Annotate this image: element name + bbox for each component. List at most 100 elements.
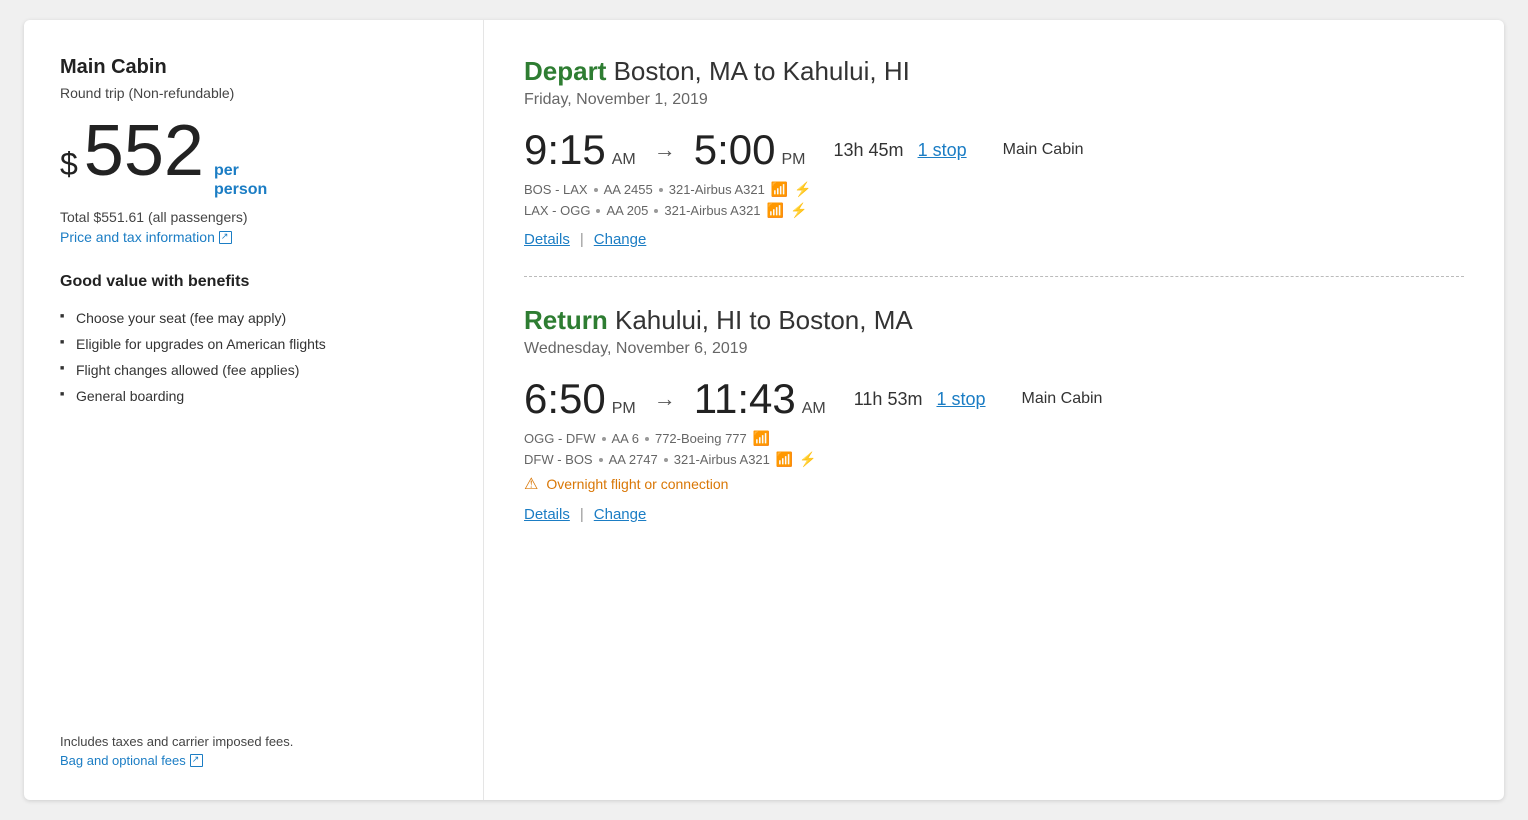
overnight-warning-row: ⚠ Overnight flight or connection xyxy=(524,474,1464,494)
return-stop-link[interactable]: 1 stop xyxy=(936,389,985,410)
price-tax-link[interactable]: Price and tax information xyxy=(60,229,451,245)
dot xyxy=(664,458,668,462)
depart-title: Depart Boston, MA to Kahului, HI xyxy=(524,56,1464,87)
right-panel: Depart Boston, MA to Kahului, HI Friday,… xyxy=(484,20,1504,800)
return-section: Return Kahului, HI to Boston, MA Wednesd… xyxy=(524,276,1464,551)
return-details-link[interactable]: Details xyxy=(524,506,570,523)
return-segments: OGG - DFW AA 6 772-Boeing 777 📶 DFW - BO… xyxy=(524,430,1464,494)
total-price: Total $551.61 (all passengers) xyxy=(60,209,451,225)
depart-segments: BOS - LAX AA 2455 321-Airbus A321 📶 ⚡ LA… xyxy=(524,181,1464,219)
return-times-row: 6:50 PM → 11:43 AM 11h 53m 1 stop Main C… xyxy=(524,378,1464,420)
depart-header: Depart Boston, MA to Kahului, HI Friday,… xyxy=(524,56,1464,109)
external-link-icon xyxy=(219,231,232,244)
depart-time: 9:15 xyxy=(524,129,606,171)
depart-section: Depart Boston, MA to Kahului, HI Friday,… xyxy=(524,56,1464,276)
depart-details-link[interactable]: Details xyxy=(524,231,570,248)
power-icon: ⚡ xyxy=(794,181,811,198)
return-duration: 11h 53m xyxy=(854,389,923,410)
duration-stop-block: 13h 45m 1 stop xyxy=(834,140,967,161)
seg1-flight: AA 2455 xyxy=(604,182,653,197)
seg2-route: LAX - OGG xyxy=(524,203,590,218)
power-icon: ⚡ xyxy=(799,451,816,468)
benefit-item: Choose your seat (fee may apply) xyxy=(60,305,451,331)
left-panel: Main Cabin Round trip (Non-refundable) $… xyxy=(24,20,484,800)
segment-row: DFW - BOS AA 2747 321-Airbus A321 📶 ⚡ xyxy=(524,451,1464,468)
external-link-icon-bag xyxy=(190,754,203,767)
dot xyxy=(599,458,603,462)
wifi-icon: 📶 xyxy=(771,181,788,198)
ret-seg2-route: DFW - BOS xyxy=(524,452,593,467)
cabin-title: Main Cabin xyxy=(60,56,451,79)
segment-row: OGG - DFW AA 6 772-Boeing 777 📶 xyxy=(524,430,1464,447)
wifi-icon: 📶 xyxy=(753,430,770,447)
depart-times-row: 9:15 AM → 5:00 PM 13h 45m 1 stop Main Ca… xyxy=(524,129,1464,171)
arrive-time: 5:00 xyxy=(694,129,776,171)
bottom-section: Includes taxes and carrier imposed fees.… xyxy=(60,710,451,768)
segment-row: LAX - OGG AA 205 321-Airbus A321 📶 ⚡ xyxy=(524,202,1464,219)
price-row: $ 552 perperson xyxy=(60,115,451,199)
benefit-item: Flight changes allowed (fee applies) xyxy=(60,357,451,383)
depart-cabin-label: Main Cabin xyxy=(1003,141,1084,159)
return-change-link[interactable]: Change xyxy=(594,506,647,523)
seg2-flight: AA 205 xyxy=(606,203,648,218)
ret-seg2-flight: AA 2747 xyxy=(609,452,658,467)
power-icon: ⚡ xyxy=(790,202,807,219)
depart-word: Depart xyxy=(524,56,606,86)
dot xyxy=(596,209,600,213)
segment-row: BOS - LAX AA 2455 321-Airbus A321 📶 ⚡ xyxy=(524,181,1464,198)
ret-seg1-route: OGG - DFW xyxy=(524,431,596,446)
dot xyxy=(594,188,598,192)
per-person: perperson xyxy=(214,161,267,199)
depart-date: Friday, November 1, 2019 xyxy=(524,91,1464,109)
depart-time-block: 9:15 AM xyxy=(524,129,636,171)
arrow-icon: → xyxy=(654,137,676,163)
return-arrive-ampm: AM xyxy=(802,400,826,418)
separator: | xyxy=(580,506,584,523)
return-header: Return Kahului, HI to Boston, MA Wednesd… xyxy=(524,305,1464,358)
ret-seg2-aircraft: 321-Airbus A321 xyxy=(674,452,770,467)
ret-seg1-aircraft: 772-Boeing 777 xyxy=(655,431,747,446)
return-actions-row: Details | Change xyxy=(524,506,1464,523)
dot xyxy=(645,437,649,441)
price-amount: 552 xyxy=(84,115,204,187)
separator: | xyxy=(580,231,584,248)
benefit-item: Eligible for upgrades on American flight… xyxy=(60,331,451,357)
depart-change-link[interactable]: Change xyxy=(594,231,647,248)
benefit-item: General boarding xyxy=(60,383,451,409)
return-date: Wednesday, November 6, 2019 xyxy=(524,340,1464,358)
depart-actions-row: Details | Change xyxy=(524,231,1464,248)
round-trip-label: Round trip (Non-refundable) xyxy=(60,85,451,101)
wifi-icon: 📶 xyxy=(776,451,793,468)
benefits-title: Good value with benefits xyxy=(60,273,451,291)
ret-seg1-flight: AA 6 xyxy=(612,431,639,446)
dot xyxy=(602,437,606,441)
depart-duration: 13h 45m xyxy=(834,140,904,161)
wifi-icon: 📶 xyxy=(767,202,784,219)
seg1-aircraft: 321-Airbus A321 xyxy=(669,182,765,197)
arrive-time-block: 5:00 PM xyxy=(694,129,806,171)
depart-stop-link[interactable]: 1 stop xyxy=(918,140,967,161)
return-arrive-time: 11:43 xyxy=(694,378,796,420)
return-depart-ampm: PM xyxy=(612,400,636,418)
return-arrive-time-block: 11:43 AM xyxy=(694,378,826,420)
return-word: Return xyxy=(524,305,608,335)
return-duration-stop-block: 11h 53m 1 stop xyxy=(854,389,986,410)
return-depart-time-block: 6:50 PM xyxy=(524,378,636,420)
arrow-icon: → xyxy=(654,386,676,412)
dot xyxy=(659,188,663,192)
warning-icon: ⚠ xyxy=(524,474,538,494)
overnight-warning-text: Overnight flight or connection xyxy=(546,476,728,492)
includes-text: Includes taxes and carrier imposed fees. xyxy=(60,734,451,749)
dot xyxy=(654,209,658,213)
benefits-list: Choose your seat (fee may apply) Eligibl… xyxy=(60,305,451,409)
flight-card: Main Cabin Round trip (Non-refundable) $… xyxy=(24,20,1504,800)
depart-ampm: AM xyxy=(612,151,636,169)
return-depart-time: 6:50 xyxy=(524,378,606,420)
dollar-sign: $ xyxy=(60,148,78,180)
bag-fees-link[interactable]: Bag and optional fees xyxy=(60,753,451,768)
seg1-route: BOS - LAX xyxy=(524,182,588,197)
arrive-ampm: PM xyxy=(782,151,806,169)
seg2-aircraft: 321-Airbus A321 xyxy=(664,203,760,218)
return-cabin-label: Main Cabin xyxy=(1022,390,1103,408)
return-title: Return Kahului, HI to Boston, MA xyxy=(524,305,1464,336)
